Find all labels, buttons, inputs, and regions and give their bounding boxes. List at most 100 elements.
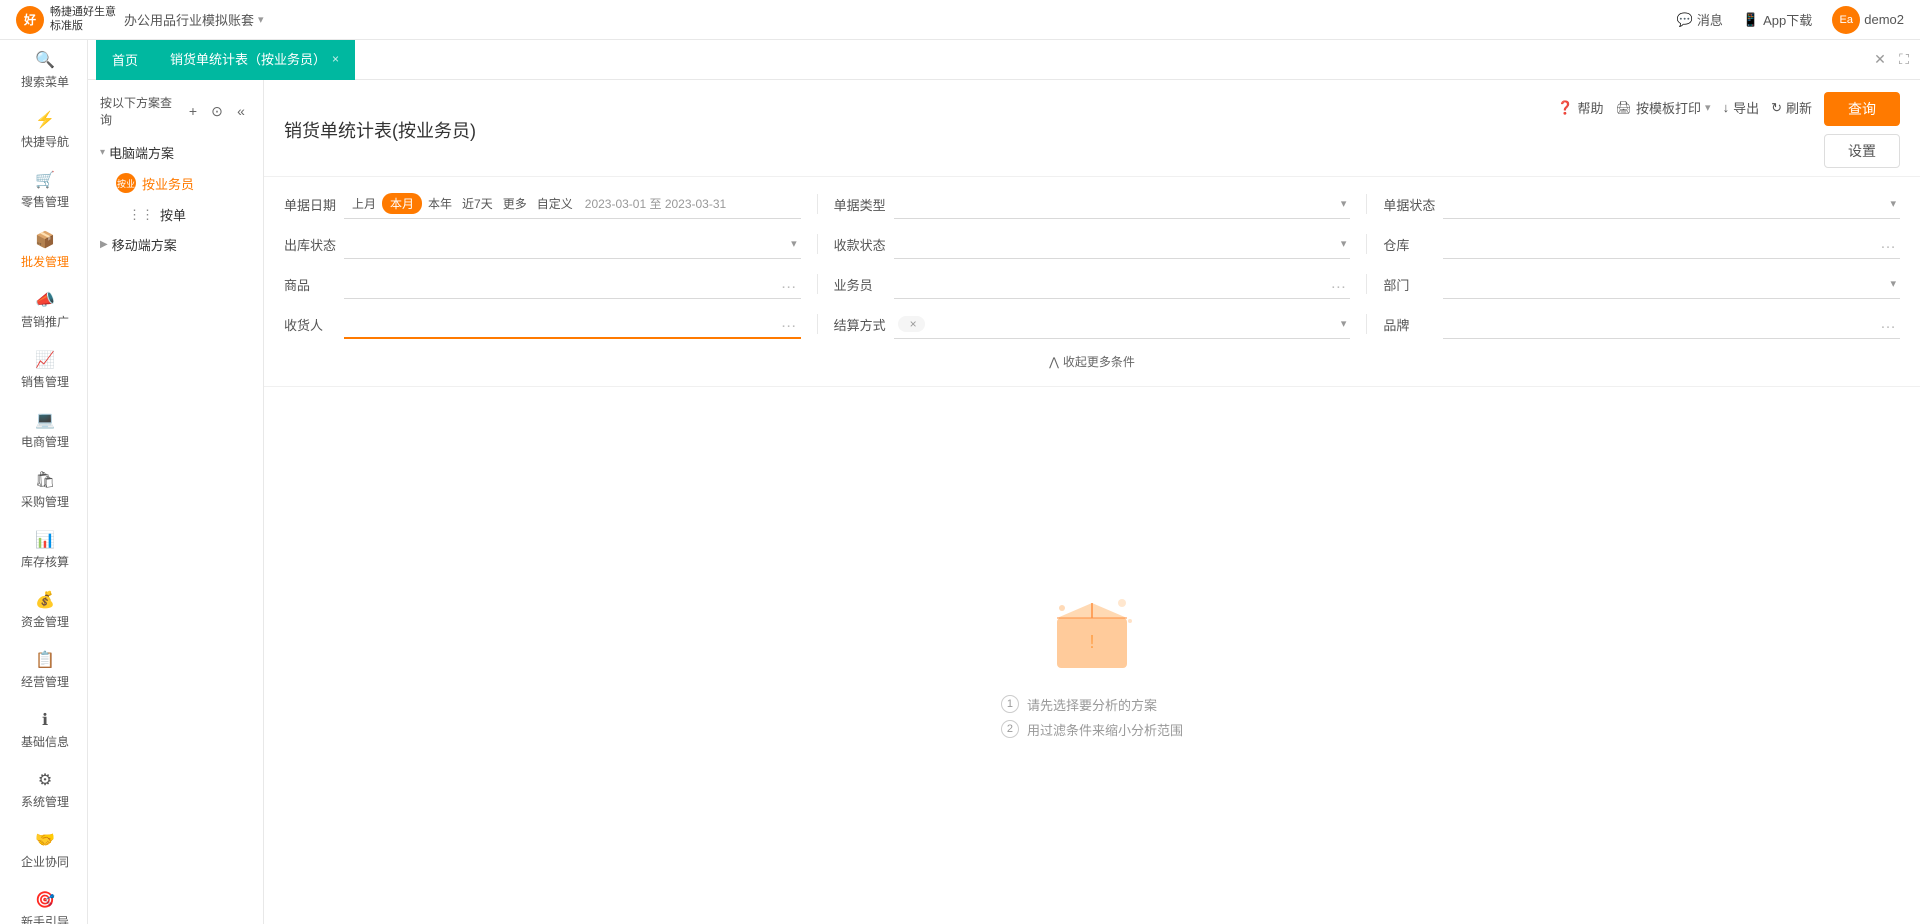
tree-sub-child-order[interactable]: ⋮⋮ 按单 — [88, 199, 263, 230]
sidebar-item-collab[interactable]: 🤝 企业协同 — [0, 820, 87, 880]
finance-icon: 💰 — [35, 590, 55, 610]
add-scheme-button[interactable]: + — [183, 101, 203, 121]
doc-type-select[interactable]: ▾ — [894, 189, 1351, 219]
collab-icon: 🤝 — [35, 830, 55, 850]
brand-dots-icon[interactable]: … — [1880, 315, 1896, 333]
salesperson-input[interactable]: … — [894, 269, 1351, 299]
warehouse-input[interactable]: … — [1443, 229, 1900, 259]
shortcut-this-month[interactable]: 本月 — [382, 193, 422, 214]
goods-input[interactable]: … — [344, 269, 801, 299]
tab-active[interactable]: 销货单统计表（按业务员） × — [154, 40, 355, 80]
sidebar-item-label: 采购管理 — [21, 493, 69, 510]
doc-type-label: 单据类型 — [834, 195, 894, 214]
message-button[interactable]: 💬 消息 — [1677, 10, 1723, 29]
doc-type-arrow-icon: ▾ — [1341, 197, 1347, 210]
date-label: 单据日期 — [284, 195, 344, 214]
user-menu[interactable]: Ea demo2 — [1832, 6, 1904, 34]
dropdown-arrow-icon[interactable]: ▾ — [258, 13, 264, 26]
sub-child-icon: ⋮⋮ — [128, 207, 154, 223]
tab-close-button[interactable]: × — [332, 52, 339, 66]
sidebar-item-label: 系统管理 — [21, 793, 69, 810]
doc-status-select[interactable]: ▾ — [1443, 189, 1900, 219]
logo-text: 畅捷通好生意 标准版 — [50, 6, 116, 32]
tree-mobile-arrow-icon: ▶ — [100, 239, 108, 250]
sidebar-item-label: 零售管理 — [21, 193, 69, 210]
basics-icon: ℹ — [42, 710, 48, 730]
tree-desktop-parent[interactable]: ▾ 电脑端方案 — [88, 138, 263, 167]
quicknav-icon: ⚡ — [35, 110, 55, 130]
goods-dots-icon[interactable]: … — [781, 275, 797, 293]
sidebar-item-label: 企业协同 — [21, 853, 69, 870]
tree-mobile-parent[interactable]: ▶ 移动端方案 — [88, 230, 263, 259]
content-area: 首页 销货单统计表（按业务员） × ✕ ⛶ 按以下方案查询 + ⊙ « — [88, 40, 1920, 924]
topbar-app-title[interactable]: 办公用品行业模拟账套 ▾ — [124, 10, 264, 29]
shortcut-7days[interactable]: 近7天 — [458, 193, 497, 214]
out-status-arrow-icon: ▾ — [791, 237, 797, 250]
tree-child-salesperson[interactable]: 按业 按业务员 — [88, 167, 263, 199]
help-button[interactable]: ❓ 帮助 — [1557, 98, 1603, 117]
receiver-input[interactable]: … — [344, 309, 801, 339]
collapse-button[interactable]: ⋀ 收起更多条件 — [1049, 353, 1135, 370]
print-button[interactable]: 🖨 按模板打印 ▾ — [1616, 98, 1711, 117]
shortcut-this-year[interactable]: 本年 — [424, 193, 456, 214]
window-maximize-button[interactable]: ⛶ — [1896, 52, 1912, 68]
receiver-label: 收货人 — [284, 315, 344, 334]
payment-status-label: 收款状态 — [834, 235, 894, 254]
sidebar-item-label: 搜索菜单 — [21, 73, 69, 90]
collapse-row: ⋀ 收起更多条件 — [284, 349, 1900, 374]
copy-scheme-button[interactable]: ⊙ — [207, 101, 227, 121]
shortcut-last-month[interactable]: 上月 — [348, 193, 380, 214]
sidebar-item-finance[interactable]: 💰 资金管理 — [0, 580, 87, 640]
export-button[interactable]: ↓ 导出 — [1723, 98, 1760, 117]
empty-illustration: ! — [1037, 573, 1147, 683]
warehouse-dots-icon[interactable]: … — [1880, 235, 1896, 253]
sidebar-item-system[interactable]: ⚙ 系统管理 — [0, 760, 87, 820]
filter-area: 单据日期 上月 本月 本年 近7天 更多 自定义 2023-03-01 至 20… — [264, 177, 1920, 387]
department-select[interactable]: ▾ — [1443, 269, 1900, 299]
topbar-right: 💬 消息 📱 App下载 Ea demo2 — [1677, 6, 1904, 34]
settle-method-input[interactable]: × ▾ — [894, 309, 1351, 339]
page-content: 按以下方案查询 + ⊙ « ▾ 电脑端方案 按业 按业务员 — [88, 80, 1920, 924]
sidebar-item-wholesale[interactable]: 📦 批发管理 — [0, 220, 87, 280]
sidebar-item-retail[interactable]: 🛒 零售管理 — [0, 160, 87, 220]
sidebar-item-ecom[interactable]: 💻 电商管理 — [0, 400, 87, 460]
operations-icon: 📋 — [35, 650, 55, 670]
sidebar-item-quicknav[interactable]: ⚡ 快捷导航 — [0, 100, 87, 160]
marketing-icon: 📣 — [35, 290, 55, 310]
sidebar-item-purchase[interactable]: 🛍 采购管理 — [0, 460, 87, 520]
refresh-button[interactable]: ↻ 刷新 — [1771, 98, 1812, 117]
sidebar-item-marketing[interactable]: 📣 营销推广 — [0, 280, 87, 340]
hint-num-2: 2 — [1001, 720, 1019, 738]
query-button[interactable]: 查询 — [1824, 92, 1900, 126]
purchase-icon: 🛍 — [35, 470, 55, 490]
settings-button[interactable]: 设置 — [1824, 134, 1900, 168]
sidebar-item-label: 销售管理 — [21, 373, 69, 390]
hint-num-1: 1 — [1001, 695, 1019, 713]
download-icon: 📱 — [1743, 12, 1759, 28]
sidebar-item-search[interactable]: 🔍 搜索菜单 — [0, 40, 87, 100]
sidebar-item-label: 库存核算 — [21, 553, 69, 570]
sidebar-item-inventory[interactable]: 📊 库存核算 — [0, 520, 87, 580]
shortcut-custom[interactable]: 自定义 — [533, 193, 577, 214]
receiver-dots-icon[interactable]: … — [781, 314, 797, 332]
settle-tag-close-icon[interactable]: × — [910, 317, 917, 331]
window-close-button[interactable]: ✕ — [1872, 52, 1888, 68]
out-status-select[interactable]: ▾ — [344, 229, 801, 259]
left-panel-actions: + ⊙ « — [183, 101, 251, 121]
app-download-button[interactable]: 📱 App下载 — [1743, 10, 1812, 29]
window-controls: ✕ ⛶ — [1872, 52, 1912, 68]
payment-status-select[interactable]: ▾ — [894, 229, 1351, 259]
goods-label: 商品 — [284, 275, 344, 294]
collapse-panel-button[interactable]: « — [231, 101, 251, 121]
print-arrow-icon: ▾ — [1705, 101, 1711, 114]
sidebar-item-basics[interactable]: ℹ 基础信息 — [0, 700, 87, 760]
tab-home[interactable]: 首页 — [96, 40, 154, 80]
salesperson-dots-icon[interactable]: … — [1330, 275, 1346, 293]
svg-text:!: ! — [1089, 632, 1094, 652]
sidebar-item-sales[interactable]: 📈 销售管理 — [0, 340, 87, 400]
shortcut-more[interactable]: 更多 — [499, 193, 531, 214]
sidebar-item-newbie[interactable]: 🎯 新手引导 — [0, 880, 87, 924]
sidebar-item-operations[interactable]: 📋 经营管理 — [0, 640, 87, 700]
logo-area: 好 畅捷通好生意 标准版 — [16, 6, 116, 34]
brand-input[interactable]: … — [1443, 309, 1900, 339]
